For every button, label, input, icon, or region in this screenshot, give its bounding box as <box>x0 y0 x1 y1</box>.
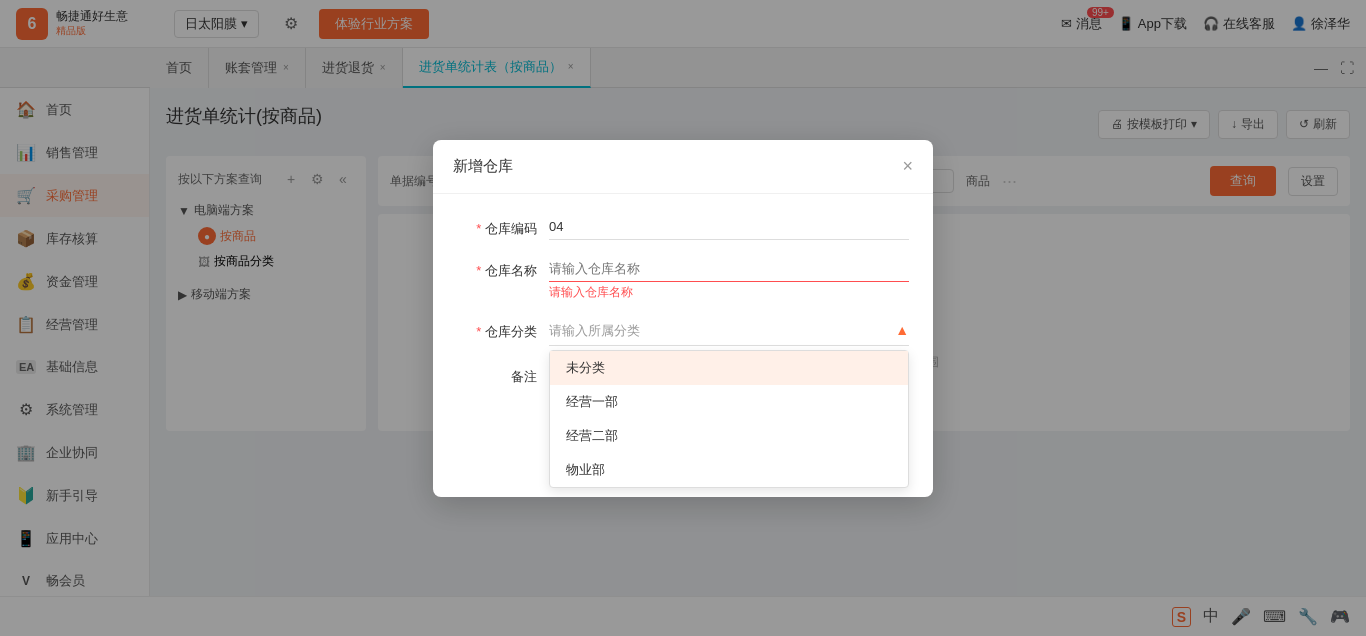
modal-title: 新增仓库 <box>453 157 513 176</box>
category-dropdown: 未分类 经营一部 经营二部 物业部 <box>549 350 909 488</box>
warehouse-name-error: 请输入仓库名称 <box>549 284 909 301</box>
warehouse-name-row: * 仓库名称 请输入仓库名称 <box>457 256 909 301</box>
modal-close-button[interactable]: × <box>902 156 913 177</box>
warehouse-category-select[interactable]: 请输入所属分类 <box>549 317 909 346</box>
dropdown-item-dept2[interactable]: 经营二部 <box>550 419 908 453</box>
modal-body: * 仓库编码 * 仓库名称 请输入仓库名称 * 仓库分类 <box>433 194 933 431</box>
warehouse-category-row: * 仓库分类 请输入所属分类 ▲ 未分类 经营一部 经营二部 物业部 <box>457 317 909 346</box>
modal-overlay[interactable]: 新增仓库 × * 仓库编码 * 仓库名称 请输入仓库名称 <box>0 0 1366 636</box>
category-placeholder: 请输入所属分类 <box>549 322 640 340</box>
dropdown-item-dept3[interactable]: 物业部 <box>550 453 908 487</box>
modal-header: 新增仓库 × <box>433 140 933 194</box>
new-warehouse-modal: 新增仓库 × * 仓库编码 * 仓库名称 请输入仓库名称 <box>433 140 933 497</box>
chevron-up-icon[interactable]: ▲ <box>895 322 909 338</box>
dropdown-item-uncategorized[interactable]: 未分类 <box>550 351 908 385</box>
warehouse-name-input[interactable] <box>549 256 909 282</box>
warehouse-code-input[interactable] <box>549 214 909 240</box>
warehouse-name-label: * 仓库名称 <box>457 256 537 280</box>
warehouse-category-label: * 仓库分类 <box>457 317 537 341</box>
warehouse-code-row: * 仓库编码 <box>457 214 909 240</box>
warehouse-code-label: * 仓库编码 <box>457 214 537 238</box>
warehouse-notes-label: 备注 <box>457 362 537 386</box>
dropdown-item-dept1[interactable]: 经营一部 <box>550 385 908 419</box>
